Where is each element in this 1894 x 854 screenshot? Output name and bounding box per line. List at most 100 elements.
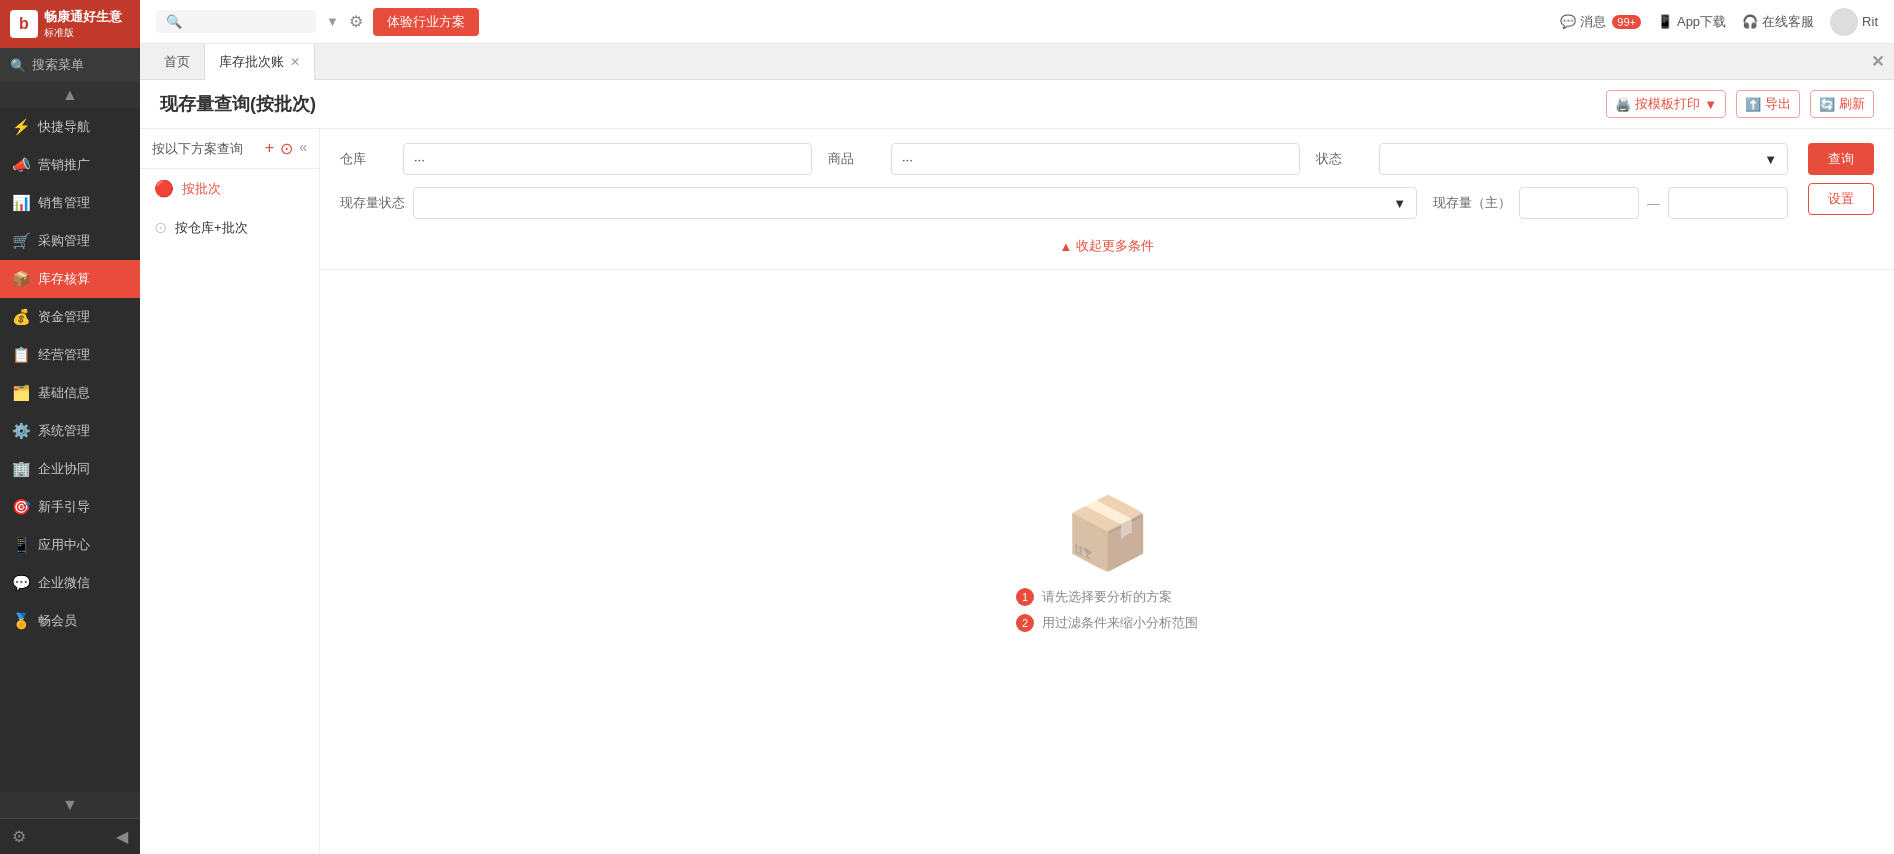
operations-icon: 📋 xyxy=(12,346,30,364)
tab-home-label: 首页 xyxy=(164,53,190,71)
tab-close-icon[interactable]: ✕ xyxy=(290,55,300,69)
message-icon: 💬 xyxy=(1560,14,1576,29)
refresh-button[interactable]: 🔄 刷新 xyxy=(1810,90,1874,118)
online-service-button[interactable]: 🎧 在线客服 xyxy=(1742,13,1814,31)
tabbar: 首页 库存批次账 ✕ ✕ xyxy=(140,44,1894,80)
sidebar-item-label: 畅会员 xyxy=(38,612,77,630)
scheme-item-warehouse-batch[interactable]: ⊙ 按仓库+批次 xyxy=(140,208,319,247)
inventory-status-label: 现存量状态 xyxy=(340,194,405,212)
empty-step-2: 2 用过滤条件来缩小分析范围 xyxy=(1016,614,1198,632)
sidebar-item-label: 基础信息 xyxy=(38,384,90,402)
settings-icon[interactable]: ⚙ xyxy=(12,827,26,846)
messages-button[interactable]: 💬 消息 99+ xyxy=(1560,13,1641,31)
scheme-item-batch[interactable]: 🔴 按批次 xyxy=(140,169,319,208)
scheme-settings-icon[interactable]: ⊙ xyxy=(280,139,293,158)
filter-collapse-button[interactable]: ▲ 收起更多条件 xyxy=(340,237,1874,255)
product-label: 商品 xyxy=(828,150,883,168)
inventory-status-select[interactable]: ▼ xyxy=(413,187,1417,219)
product-dots: ··· xyxy=(902,152,913,167)
sidebar-header: b 畅康通好生意 标准版 xyxy=(0,0,140,48)
left-panel-header: 按以下方案查询 + ⊙ « xyxy=(140,129,319,169)
search-label: 搜索菜单 xyxy=(32,56,84,74)
sidebar-item-label: 库存核算 xyxy=(38,270,90,288)
status-select[interactable]: ▼ xyxy=(1379,143,1788,175)
user-menu[interactable]: Rit xyxy=(1830,8,1878,36)
search-icon: 🔍 xyxy=(10,58,26,73)
collapse-panel-icon[interactable]: « xyxy=(299,139,307,158)
print-icon: 🖨️ xyxy=(1615,97,1631,112)
inventory-status-group: 现存量状态 ▼ xyxy=(340,187,1417,219)
basic-icon: 🗂️ xyxy=(12,384,30,402)
topbar-right: 💬 消息 99+ 📱 App下载 🎧 在线客服 Rit xyxy=(1560,8,1878,36)
step-2-number: 2 xyxy=(1016,614,1034,632)
tab-inventory-batch[interactable]: 库存批次账 ✕ xyxy=(205,44,315,80)
warehouse-filter-group: 仓库 ··· xyxy=(340,143,812,175)
app-logo: b xyxy=(10,10,38,38)
qty-max-input[interactable] xyxy=(1668,187,1788,219)
messages-label: 消息 xyxy=(1580,13,1606,31)
page-header: 现存量查询(按批次) 🖨️ 按模板打印 ▼ ⬆️ 导出 🔄 刷新 xyxy=(140,80,1894,129)
sidebar-item-sales[interactable]: 📊 销售管理 xyxy=(0,184,140,222)
left-panel-title: 按以下方案查询 xyxy=(152,140,243,158)
sidebar-item-operations[interactable]: 📋 经营管理 xyxy=(0,336,140,374)
tab-home[interactable]: 首页 xyxy=(150,44,205,80)
trial-button[interactable]: 体验行业方案 xyxy=(373,8,479,36)
app-title: 畅康通好生意 xyxy=(44,8,122,26)
sidebar-item-label: 采购管理 xyxy=(38,232,90,250)
sidebar-item-basic[interactable]: 🗂️ 基础信息 xyxy=(0,374,140,412)
sidebar-footer: ⚙ ◀ xyxy=(0,818,140,854)
sidebar-scroll-up[interactable]: ▲ xyxy=(0,82,140,108)
sidebar-item-finance[interactable]: 💰 资金管理 xyxy=(0,298,140,336)
radio-icon: ⊙ xyxy=(154,218,167,237)
product-input[interactable]: ··· xyxy=(891,143,1300,175)
shortcuts-icon: ⚡ xyxy=(12,118,30,136)
apps-icon: 📱 xyxy=(12,536,30,554)
empty-step-1: 1 请先选择要分析的方案 xyxy=(1016,588,1198,606)
purchase-icon: 🛒 xyxy=(12,232,30,250)
sidebar-item-purchase[interactable]: 🛒 采购管理 xyxy=(0,222,140,260)
sidebar-item-inventory[interactable]: 📦 库存核算 xyxy=(0,260,140,298)
query-button[interactable]: 查询 xyxy=(1808,143,1874,175)
filter-right-buttons: 查询 设置 xyxy=(1798,143,1874,231)
user-avatar xyxy=(1830,8,1858,36)
topbar-search-box[interactable]: 🔍 xyxy=(156,10,316,33)
qty-min-input[interactable] xyxy=(1519,187,1639,219)
sidebar-item-enterprise[interactable]: 🏢 企业协同 xyxy=(0,450,140,488)
sidebar-item-marketing[interactable]: 📣 营销推广 xyxy=(0,146,140,184)
app-download-button[interactable]: 📱 App下载 xyxy=(1657,13,1726,31)
app-subtitle: 标准版 xyxy=(44,26,122,40)
sidebar-item-label: 经营管理 xyxy=(38,346,90,364)
sidebar-item-system[interactable]: ⚙️ 系统管理 xyxy=(0,412,140,450)
left-panel-icons: + ⊙ « xyxy=(265,139,307,158)
topbar-search-icon: 🔍 xyxy=(166,14,182,29)
right-panel: 仓库 ··· 商品 ··· xyxy=(320,129,1894,854)
page-body: 按以下方案查询 + ⊙ « 🔴 按批次 ⊙ 按仓库+批次 xyxy=(140,129,1894,854)
add-scheme-icon[interactable]: + xyxy=(265,139,274,158)
settings-button[interactable]: 设置 xyxy=(1808,183,1874,215)
enterprise-icon: 🏢 xyxy=(12,460,30,478)
panel-close-icon[interactable]: ✕ xyxy=(1871,52,1884,71)
tab-inventory-batch-label: 库存批次账 xyxy=(219,53,284,71)
sidebar-item-wechat[interactable]: 💬 企业微信 xyxy=(0,564,140,602)
topbar-dropdown-icon[interactable]: ▼ xyxy=(326,14,339,29)
export-button[interactable]: ⬆️ 导出 xyxy=(1736,90,1800,118)
status-filter-group: 状态 ▼ xyxy=(1316,143,1788,175)
sidebar-item-label: 销售管理 xyxy=(38,194,90,212)
sidebar-item-member[interactable]: 🏅 畅会员 xyxy=(0,602,140,640)
status-label: 状态 xyxy=(1316,150,1371,168)
print-button[interactable]: 🖨️ 按模板打印 ▼ xyxy=(1606,90,1726,118)
sidebar-search[interactable]: 🔍 搜索菜单 xyxy=(0,48,140,82)
status-chevron-icon: ▼ xyxy=(1764,152,1777,167)
sidebar-item-label: 快捷导航 xyxy=(38,118,90,136)
sidebar-scroll-down[interactable]: ▼ xyxy=(0,792,140,818)
main-area: 🔍 ▼ ⚙ 体验行业方案 💬 消息 99+ 📱 App下载 🎧 在线客服 Rit xyxy=(140,0,1894,854)
sidebar: b 畅康通好生意 标准版 🔍 搜索菜单 ▲ ⚡ 快捷导航 📣 营销推广 📊 销售… xyxy=(0,0,140,854)
sales-icon: 📊 xyxy=(12,194,30,212)
collapse-icon[interactable]: ◀ xyxy=(116,827,128,846)
sidebar-item-shortcuts[interactable]: ⚡ 快捷导航 xyxy=(0,108,140,146)
sidebar-item-guide[interactable]: 🎯 新手引导 xyxy=(0,488,140,526)
step-1-number: 1 xyxy=(1016,588,1034,606)
warehouse-input[interactable]: ··· xyxy=(403,143,812,175)
sidebar-item-apps[interactable]: 📱 应用中心 xyxy=(0,526,140,564)
topbar-settings-icon[interactable]: ⚙ xyxy=(349,12,363,31)
